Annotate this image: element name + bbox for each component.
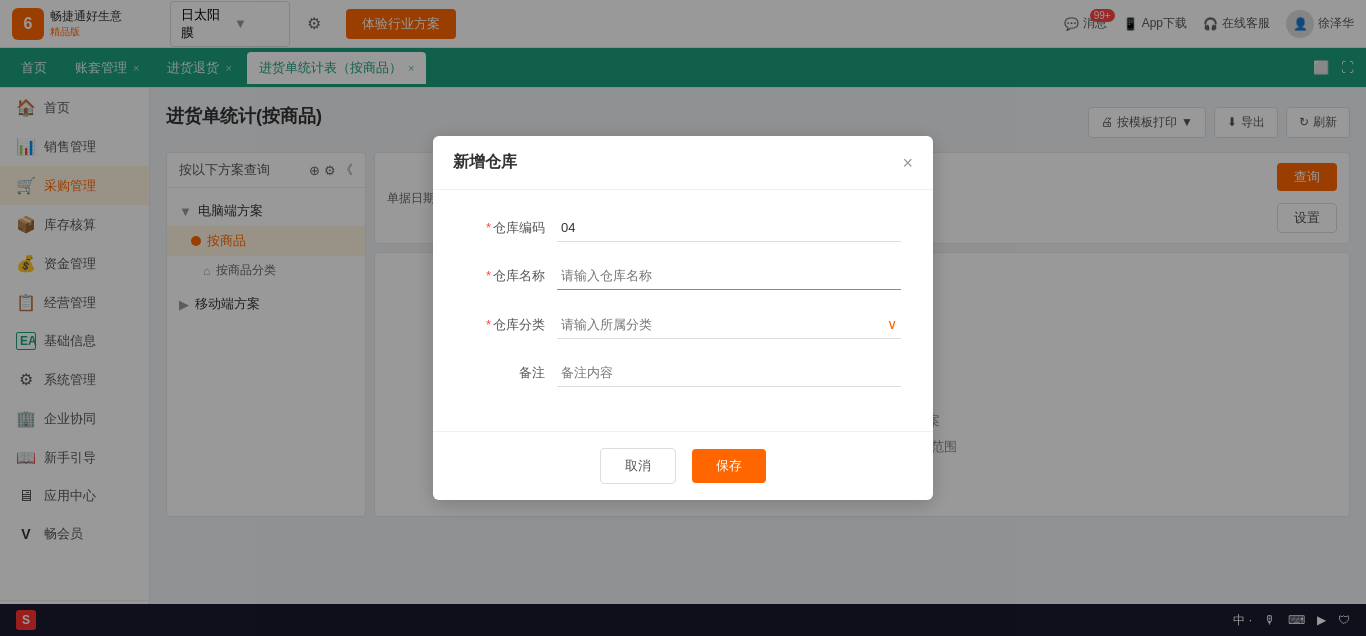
modal-header: 新增仓库 × xyxy=(433,136,933,190)
code-label: 仓库编码 xyxy=(465,219,545,237)
form-row-category: 仓库分类 ∨ xyxy=(465,310,901,339)
modal-title: 新增仓库 xyxy=(453,152,517,173)
category-input[interactable] xyxy=(561,317,887,332)
category-dropdown-arrow: ∨ xyxy=(887,316,897,332)
remark-label: 备注 xyxy=(465,364,545,382)
form-row-remark: 备注 xyxy=(465,359,901,387)
cancel-button[interactable]: 取消 xyxy=(600,448,676,484)
name-label: 仓库名称 xyxy=(465,267,545,285)
category-label: 仓库分类 xyxy=(465,316,545,334)
modal-overlay[interactable]: 新增仓库 × 仓库编码 仓库名称 仓库分类 ∨ xyxy=(0,0,1366,636)
form-row-code: 仓库编码 xyxy=(465,214,901,242)
save-button[interactable]: 保存 xyxy=(692,449,766,483)
category-select-wrap[interactable]: ∨ xyxy=(557,310,901,339)
form-row-name: 仓库名称 xyxy=(465,262,901,290)
name-input[interactable] xyxy=(557,262,901,290)
remark-input[interactable] xyxy=(557,359,901,387)
modal-footer: 取消 保存 xyxy=(433,431,933,500)
modal-close-button[interactable]: × xyxy=(902,154,913,172)
modal-body: 仓库编码 仓库名称 仓库分类 ∨ 备注 xyxy=(433,190,933,431)
modal-new-warehouse: 新增仓库 × 仓库编码 仓库名称 仓库分类 ∨ xyxy=(433,136,933,500)
code-input[interactable] xyxy=(557,214,901,242)
